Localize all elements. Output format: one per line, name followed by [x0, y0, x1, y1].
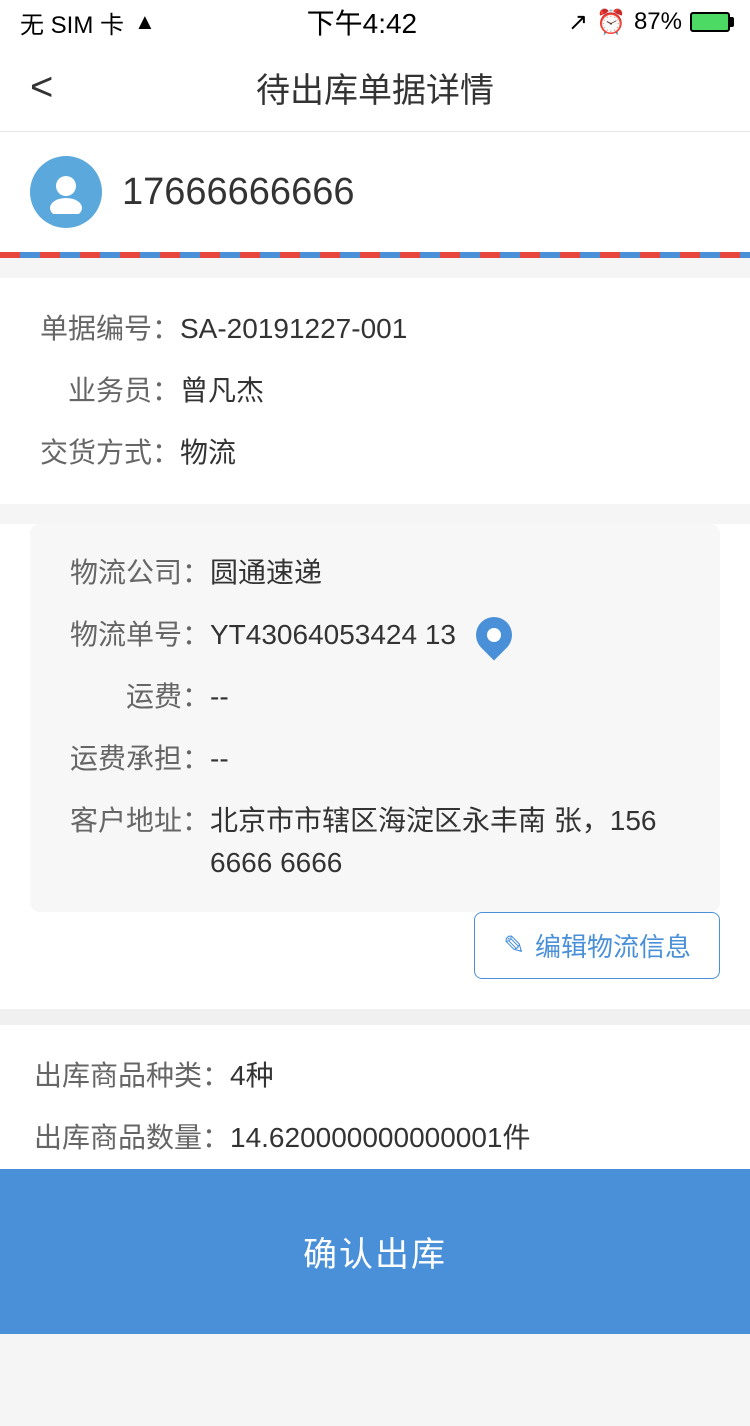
- edit-icon: ✎: [503, 930, 525, 961]
- outbound-type-label: 出库商品种类：: [30, 1055, 230, 1097]
- edit-logistics-btn-wrapper: ✎ 编辑物流信息: [0, 912, 750, 1009]
- freight-bear-value: --: [210, 738, 690, 780]
- alarm-icon: ⏰: [596, 8, 626, 37]
- salesperson-value: 曾凡杰: [180, 370, 720, 412]
- salesperson-label: 业务员：: [30, 370, 180, 412]
- confirm-btn-wrapper: 确认出库: [0, 1169, 750, 1334]
- nav-title: 待出库单据详情: [256, 63, 494, 112]
- logistics-section: 物流公司： 圆通速递 物流单号： YT43064053424 13 运费： --…: [0, 524, 750, 1009]
- customer-address-row: 客户地址： 北京市市辖区海淀区永丰南 张，156 6666 6666: [60, 800, 690, 884]
- wifi-icon: ▲: [134, 9, 156, 35]
- status-left: 无 SIM 卡 ▲: [20, 5, 156, 40]
- outbound-qty-value: 14.620000000000001件: [230, 1117, 720, 1159]
- logistics-number-row: 物流单号： YT43064053424 13: [60, 614, 690, 656]
- section-separator: [0, 1009, 750, 1025]
- edit-logistics-label: 编辑物流信息: [535, 927, 691, 964]
- freight-row: 运费： --: [60, 676, 690, 718]
- logistics-company-label: 物流公司：: [60, 552, 210, 594]
- edit-logistics-button[interactable]: ✎ 编辑物流信息: [474, 912, 720, 979]
- doc-number-label: 单据编号：: [30, 308, 180, 350]
- logistics-company-value: 圆通速递: [210, 552, 690, 594]
- doc-number-row: 单据编号： SA-20191227-001: [30, 308, 720, 350]
- battery-label: 87%: [634, 8, 682, 36]
- customer-address-value: 北京市市辖区海淀区永丰南 张，156 6666 6666: [210, 800, 690, 884]
- freight-label: 运费：: [60, 676, 210, 718]
- back-button[interactable]: <: [30, 65, 53, 110]
- dashed-separator: [0, 252, 750, 258]
- document-info-section: 单据编号： SA-20191227-001 业务员： 曾凡杰 交货方式： 物流: [0, 278, 750, 504]
- status-right: ↗ ⏰ 87%: [568, 8, 730, 37]
- user-phone: 17666666666: [122, 171, 354, 214]
- doc-number-value: SA-20191227-001: [180, 308, 720, 350]
- logistics-card: 物流公司： 圆通速递 物流单号： YT43064053424 13 运费： --…: [30, 524, 720, 912]
- freight-bear-label: 运费承担：: [60, 738, 210, 780]
- outbound-type-row: 出库商品种类： 4种: [30, 1055, 720, 1097]
- battery-icon: [690, 12, 730, 32]
- avatar: [30, 156, 102, 228]
- status-bar: 无 SIM 卡 ▲ 下午4:42 ↗ ⏰ 87%: [0, 0, 750, 44]
- confirm-outbound-button[interactable]: 确认出库: [30, 1199, 720, 1304]
- nav-bar: < 待出库单据详情: [0, 44, 750, 132]
- logistics-number-value: YT43064053424 13: [210, 614, 690, 656]
- delivery-method-row: 交货方式： 物流: [30, 432, 720, 474]
- freight-bear-row: 运费承担： --: [60, 738, 690, 780]
- location-icon[interactable]: [469, 610, 520, 661]
- outbound-qty-label: 出库商品数量：: [30, 1117, 230, 1159]
- carrier-label: 无 SIM 卡: [20, 5, 124, 40]
- status-time: 下午4:42: [307, 2, 418, 42]
- customer-address-label: 客户地址：: [60, 800, 210, 842]
- outbound-qty-row: 出库商品数量： 14.620000000000001件: [30, 1117, 720, 1159]
- location-status-icon: ↗: [568, 8, 588, 37]
- freight-value: --: [210, 676, 690, 718]
- outbound-type-value: 4种: [230, 1055, 720, 1097]
- logistics-number-label: 物流单号：: [60, 614, 210, 656]
- logistics-company-row: 物流公司： 圆通速递: [60, 552, 690, 594]
- delivery-method-label: 交货方式：: [30, 432, 180, 474]
- delivery-method-value: 物流: [180, 432, 720, 474]
- user-header: 17666666666: [0, 132, 750, 252]
- salesperson-row: 业务员： 曾凡杰: [30, 370, 720, 412]
